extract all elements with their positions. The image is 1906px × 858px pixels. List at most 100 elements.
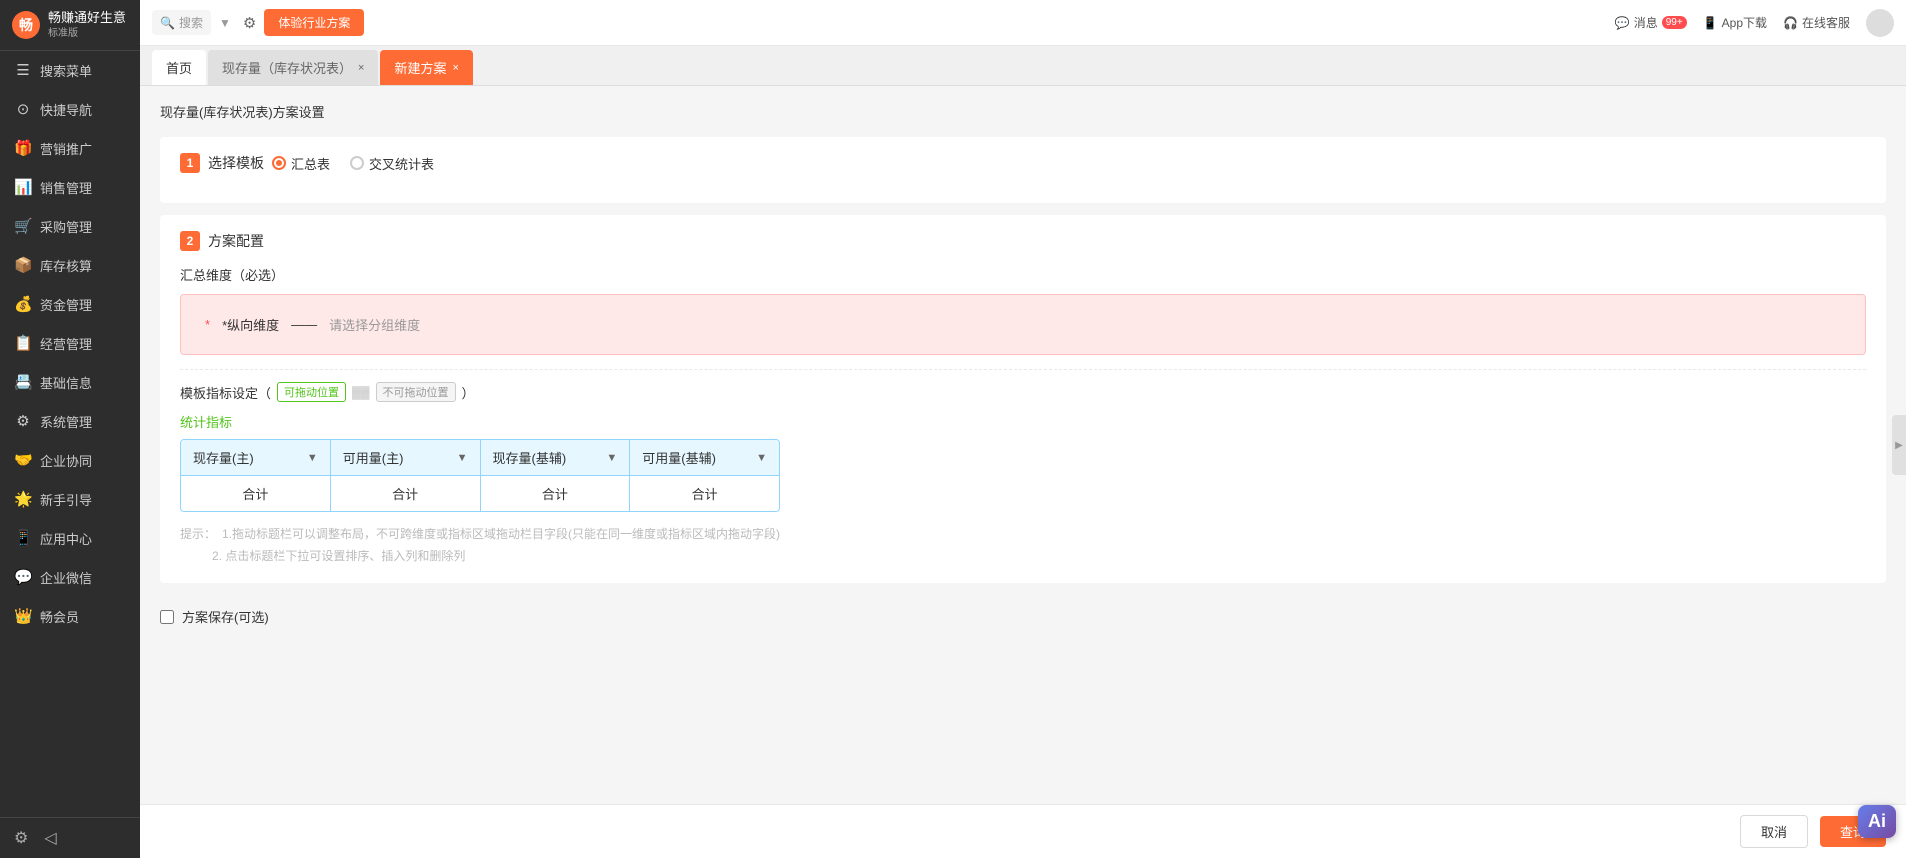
col-chevron-1[interactable]: ▼	[457, 452, 468, 464]
purchase-icon: 🛒	[14, 217, 32, 235]
sidebar-item-wechat[interactable]: 💬 企业微信	[0, 558, 140, 597]
stats-col-0[interactable]: 现存量(主) ▼	[181, 440, 331, 475]
stats-col-0-label: 现存量(主)	[193, 448, 254, 467]
col-chevron-0[interactable]: ▼	[307, 452, 318, 464]
inventory-icon: 📦	[14, 256, 32, 274]
sidebar-item-finance[interactable]: 💰 资金管理	[0, 285, 140, 324]
indicator-label-mid: ▓▓	[352, 385, 370, 399]
step1-section: 1 选择模板 汇总表 交叉统计表	[160, 137, 1886, 203]
tab-inventory-label: 现存量（库存状况表）	[222, 58, 352, 77]
tab-inventory-close-icon[interactable]: ×	[358, 62, 364, 74]
summary-dimension-label: 汇总维度（必选）	[180, 265, 1866, 284]
stats-cell-3: 合计	[630, 476, 779, 511]
sidebar-item-apps[interactable]: 📱 应用中心	[0, 519, 140, 558]
save-label: 方案保存(可选)	[182, 607, 269, 626]
stats-table-header: 现存量(主) ▼ 可用量(主) ▼ 现存量(基辅) ▼	[181, 440, 779, 475]
sidebar-label-guide: 新手引导	[40, 490, 92, 509]
stats-col-3-label: 可用量(基辅)	[642, 448, 716, 467]
stats-col-2[interactable]: 现存量(基辅) ▼	[481, 440, 631, 475]
online-service-label: 在线客服	[1802, 14, 1850, 31]
indicator-label-prefix: 模板指标设定（	[180, 383, 271, 402]
sales-icon: 📊	[14, 178, 32, 196]
trial-button[interactable]: 体验行业方案	[264, 9, 364, 36]
cooperation-icon: 🤝	[14, 451, 32, 469]
radio-summary-label: 汇总表	[291, 154, 330, 173]
apps-icon: 📱	[14, 529, 32, 547]
col-chevron-2[interactable]: ▼	[606, 452, 617, 464]
tab-home[interactable]: 首页	[152, 50, 206, 85]
sidebar-label-operations: 经营管理	[40, 334, 92, 353]
sound-icon[interactable]: ◁	[44, 828, 56, 848]
message-badge: 99+	[1662, 16, 1687, 29]
right-edge-toggle[interactable]: ▶	[1892, 415, 1906, 475]
sidebar-item-purchase[interactable]: 🛒 采购管理	[0, 207, 140, 246]
sidebar-label-search: 搜索菜单	[40, 61, 92, 80]
tip-item-1: 2. 点击标题栏下拉可设置排序、插入列和删除列	[212, 546, 465, 568]
sidebar-item-quick-nav[interactable]: ⊙ 快捷导航	[0, 90, 140, 129]
tab-bar: 首页 现存量（库存状况表） × 新建方案 ×	[140, 46, 1906, 86]
sidebar-item-system[interactable]: ⚙ 系统管理	[0, 402, 140, 441]
sidebar-item-search[interactable]: ☰ 搜索菜单	[0, 51, 140, 90]
tab-new-plan-label: 新建方案	[394, 58, 446, 77]
sidebar-label-wechat: 企业微信	[40, 568, 92, 587]
messages-item[interactable]: 💬 消息 99+	[1615, 14, 1687, 31]
tip-item-0: 1.拖动标题栏可以调整布局，不可跨维度或指标区域拖动栏目字段(只能在同一维度或指…	[222, 524, 780, 546]
user-avatar[interactable]	[1866, 9, 1894, 37]
dimension-placeholder: 请选择分组维度	[329, 315, 420, 334]
ai-badge[interactable]: Ai	[1858, 805, 1896, 838]
guide-icon: 🌟	[14, 490, 32, 508]
save-option: 方案保存(可选)	[160, 595, 1886, 638]
sidebar-label-system: 系统管理	[40, 412, 92, 431]
sidebar-item-operations[interactable]: 📋 经营管理	[0, 324, 140, 363]
member-icon: 👑	[14, 607, 32, 625]
cancel-button[interactable]: 取消	[1740, 815, 1808, 848]
page-title: 现存量(库存状况表)方案设置	[160, 102, 1886, 121]
sidebar-item-cooperation[interactable]: 🤝 企业协同	[0, 441, 140, 480]
tab-new-plan-close-icon[interactable]: ×	[452, 62, 458, 74]
sidebar-item-guide[interactable]: 🌟 新手引导	[0, 480, 140, 519]
config-section: 汇总维度（必选） * *纵向维度 —— 请选择分组维度 模板指标设定（ 可拖动位…	[180, 265, 1866, 567]
sidebar-item-inventory[interactable]: 📦 库存核算	[0, 246, 140, 285]
radio-summary-circle	[272, 156, 286, 170]
stats-cell-2: 合计	[481, 476, 631, 511]
operations-icon: 📋	[14, 334, 32, 352]
settings-icon[interactable]: ⚙	[14, 828, 28, 848]
divider1	[180, 369, 1866, 370]
tab-new-plan[interactable]: 新建方案 ×	[380, 50, 472, 85]
app-download-item[interactable]: 📱 App下载	[1703, 14, 1767, 31]
tip-item-1-row: 2. 点击标题栏下拉可设置排序、插入列和删除列	[180, 546, 1866, 568]
stats-col-3[interactable]: 可用量(基辅) ▼	[630, 440, 779, 475]
save-checkbox[interactable]	[160, 610, 174, 624]
app-name: 畅赚通好生意	[48, 10, 126, 27]
dimension-box[interactable]: * *纵向维度 —— 请选择分组维度	[180, 294, 1866, 355]
step1-badge: 1	[180, 153, 200, 173]
step2-section: 2 方案配置 汇总维度（必选） * *纵向维度 —— 请选择分组维度 模板指标设…	[160, 215, 1886, 583]
sidebar-item-sales[interactable]: 📊 销售管理	[0, 168, 140, 207]
tab-inventory-status[interactable]: 现存量（库存状况表） ×	[208, 50, 378, 85]
content-area: 现存量(库存状况表)方案设置 1 选择模板 汇总表 交叉统计表	[140, 86, 1906, 804]
sidebar-item-basic-info[interactable]: 📇 基础信息	[0, 363, 140, 402]
radio-cross-label: 交叉统计表	[369, 154, 434, 173]
sidebar-label-cooperation: 企业协同	[40, 451, 92, 470]
sidebar-item-marketing[interactable]: 🎁 营销推广	[0, 129, 140, 168]
main-area: 🔍 搜索 ▼ ⚙ 体验行业方案 💬 消息 99+ 📱 App下载 🎧 在线客服	[140, 0, 1906, 858]
step1-title: 选择模板	[208, 153, 264, 173]
sidebar-label-marketing: 营销推广	[40, 139, 92, 158]
radio-summary[interactable]: 汇总表	[272, 154, 330, 173]
gear-icon[interactable]: ⚙	[243, 14, 256, 32]
indicator-settings: 模板指标设定（ 可拖动位置 ▓▓ 不可拖动位置 ） 统计指标	[180, 382, 1866, 512]
online-service-item[interactable]: 🎧 在线客服	[1783, 14, 1850, 31]
sidebar-label-quick-nav: 快捷导航	[40, 100, 92, 119]
wechat-icon: 💬	[14, 568, 32, 586]
search-box[interactable]: 🔍 搜索	[152, 10, 211, 35]
sidebar-item-member[interactable]: 👑 畅会员	[0, 597, 140, 636]
sidebar-bottom: ⚙ ◁	[0, 817, 140, 858]
radio-cross[interactable]: 交叉统计表	[350, 154, 434, 173]
stats-col-2-label: 现存量(基辅)	[493, 448, 567, 467]
search-chevron-icon[interactable]: ▼	[219, 16, 231, 30]
stats-col-1[interactable]: 可用量(主) ▼	[331, 440, 481, 475]
tip-title-text: 提示：	[180, 524, 216, 546]
col-chevron-3[interactable]: ▼	[756, 452, 767, 464]
statistics-section-title: 统计指标	[180, 412, 1866, 431]
topbar: 🔍 搜索 ▼ ⚙ 体验行业方案 💬 消息 99+ 📱 App下载 🎧 在线客服	[140, 0, 1906, 46]
